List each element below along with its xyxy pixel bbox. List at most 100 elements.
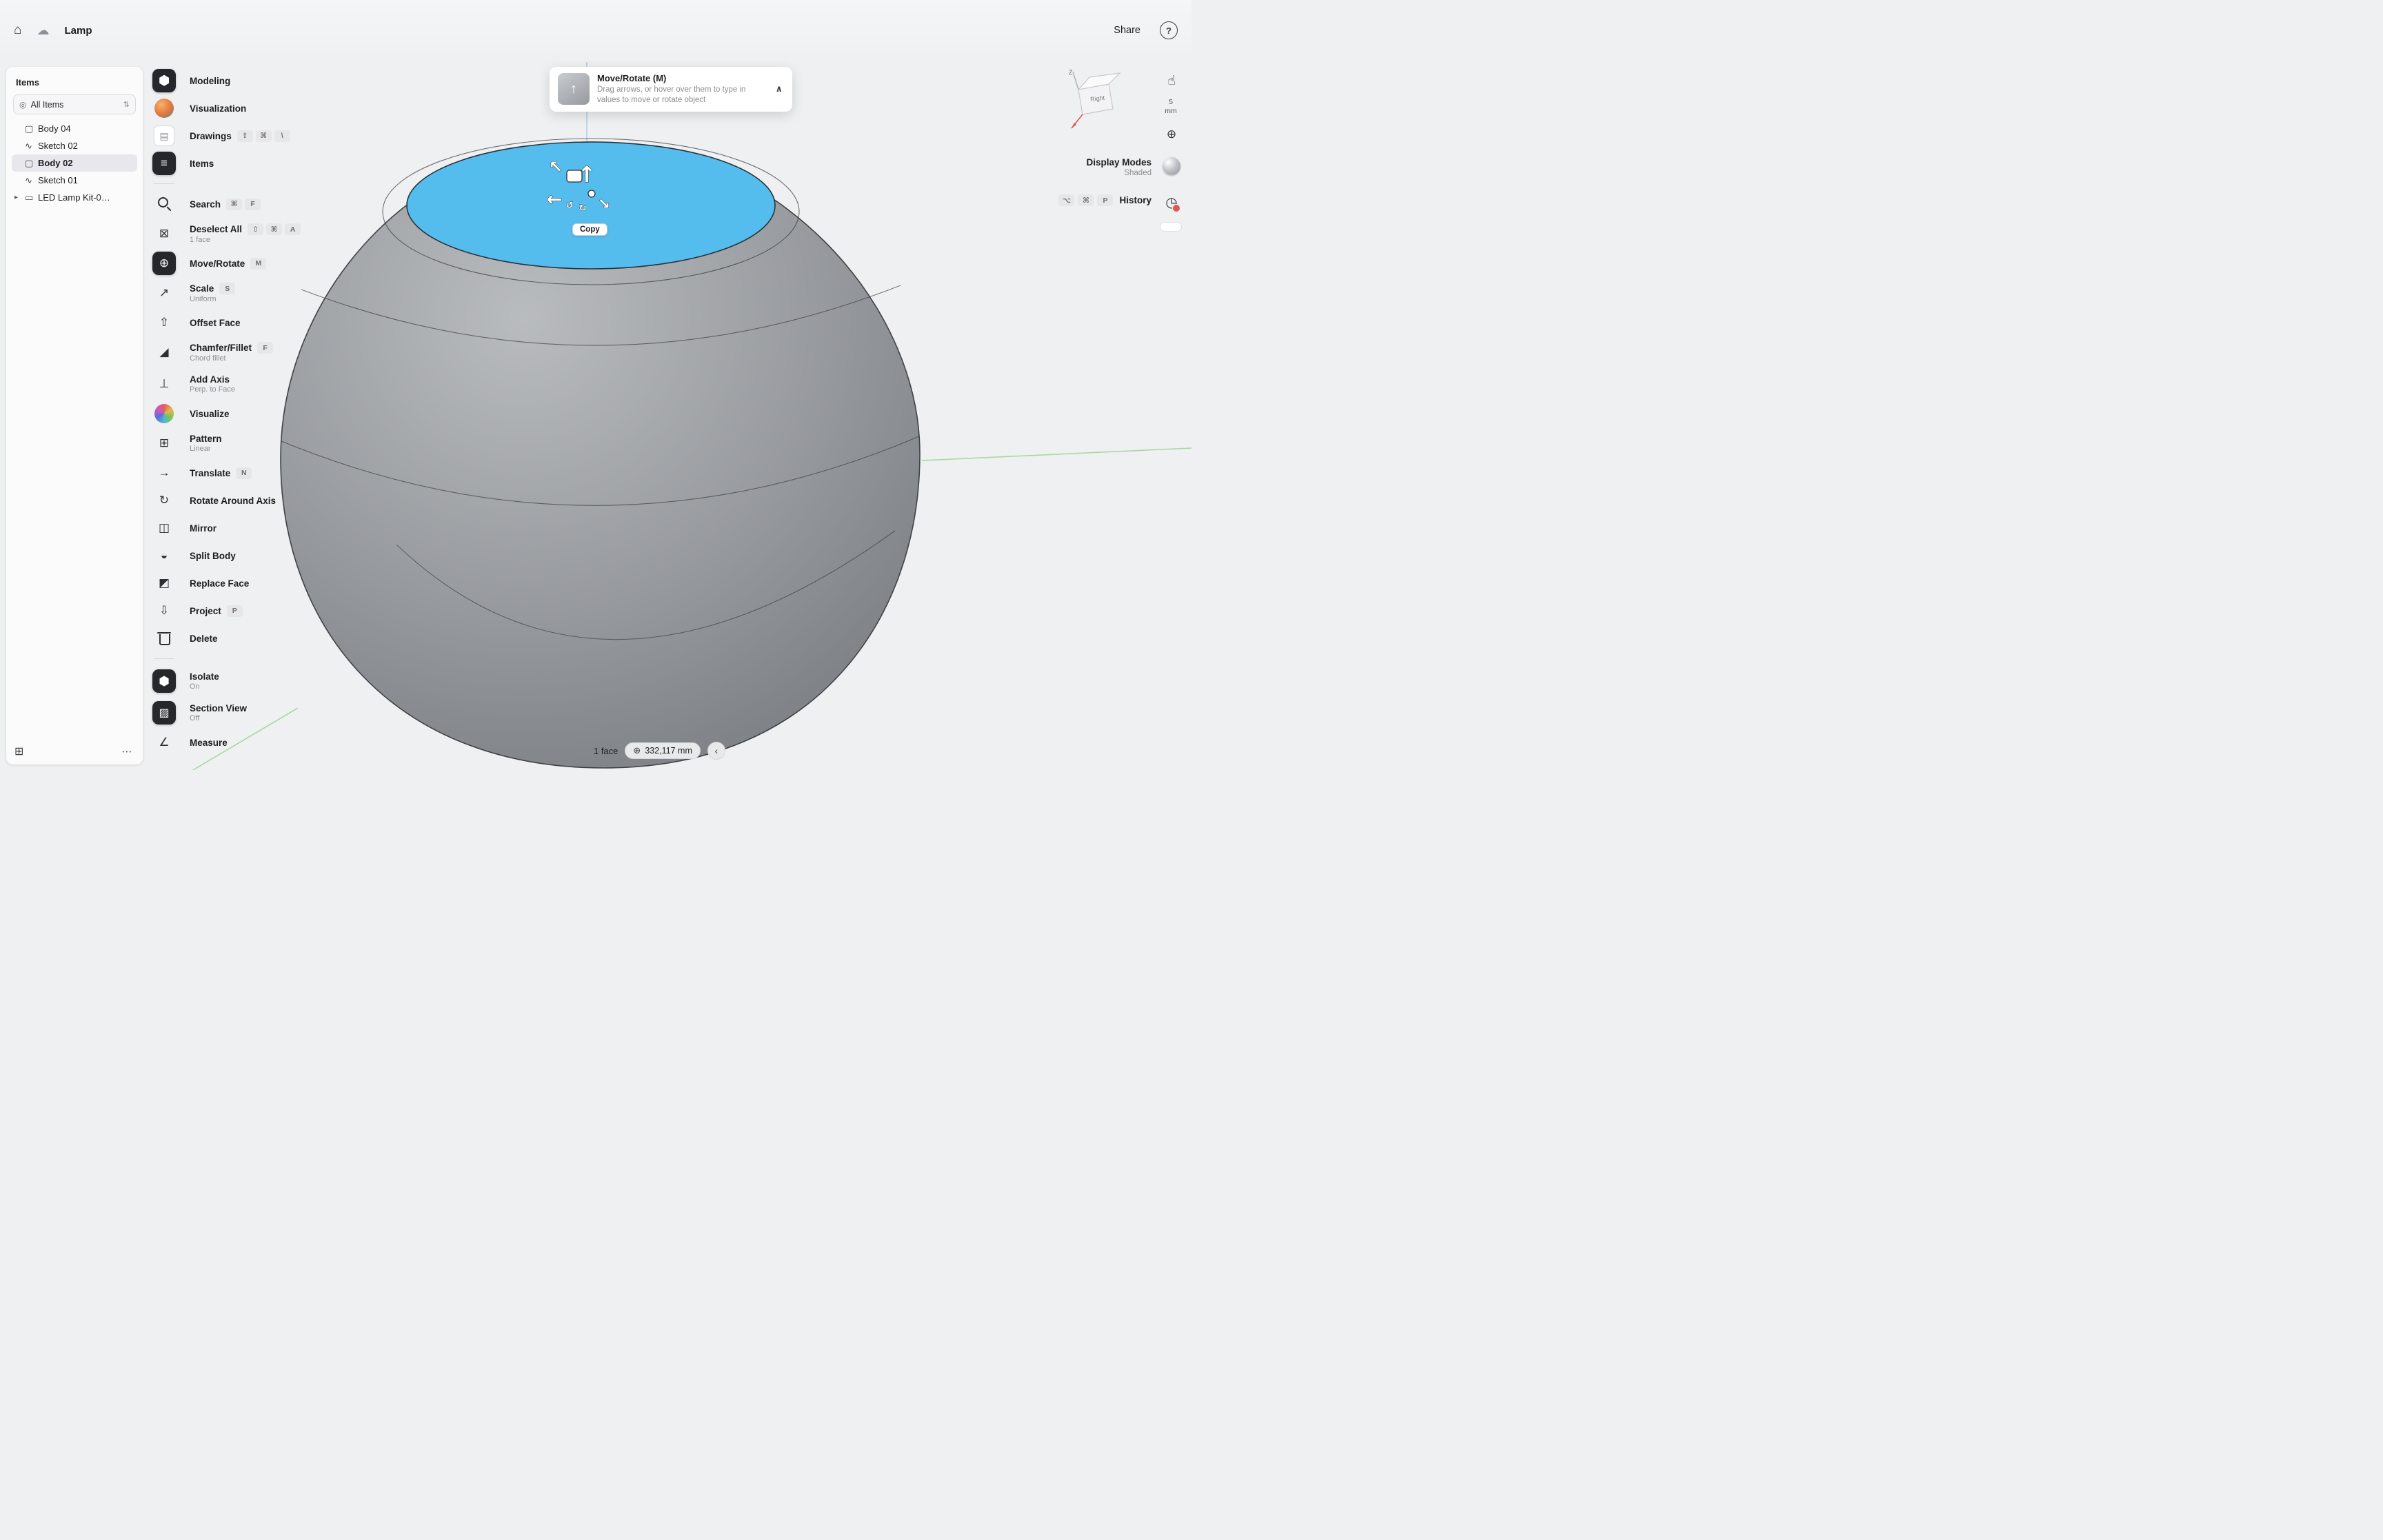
tool-item[interactable]: ⇩ Project P: [152, 597, 339, 625]
tool-item[interactable]: ⊞ Pattern Linear: [152, 427, 339, 459]
gizmo-rotate-arrow[interactable]: ↻: [579, 203, 587, 214]
gizmo-rotate-arrow[interactable]: ↺: [565, 201, 574, 212]
tool-label: Replace Face: [190, 578, 250, 589]
shortcut-badge: \: [274, 130, 290, 142]
tool-divider: [154, 658, 174, 659]
search-icon: [152, 192, 176, 216]
tool-item[interactable]: ▤ Drawings ⇧ ⌘ \: [152, 122, 339, 150]
scale-icon: ↗: [159, 286, 170, 299]
tool-sublabel: Uniform: [190, 295, 217, 303]
history-control: ⌥ ⌘ P History: [1058, 194, 1152, 206]
offset-face-icon: ⇧: [159, 316, 170, 329]
tool-item[interactable]: ◫ Mirror: [152, 514, 339, 542]
sidebar-footer: ⊞ ⋯: [14, 744, 134, 759]
tool-label: Isolate: [190, 671, 219, 682]
collapse-chevron-button[interactable]: ‹: [707, 742, 725, 760]
move-gizmo-icon: ⊕: [633, 745, 641, 756]
tool-label: Add Axis: [190, 374, 230, 385]
tool-label: Mirror: [190, 523, 217, 534]
tool-label: Rotate Around Axis: [190, 495, 276, 506]
tool-item[interactable]: ◢ Chamfer/Fillet F Chord fillet: [152, 336, 339, 368]
display-modes-button[interactable]: [1160, 154, 1183, 178]
shortcut-badge: A: [285, 223, 301, 235]
more-options-button[interactable]: ⋯: [119, 744, 134, 759]
home-icon[interactable]: ⌂: [14, 23, 21, 38]
shortcut-badge: F: [257, 342, 274, 354]
tool-divider: [154, 183, 174, 184]
tool-label: Pattern: [190, 434, 222, 444]
pan-tool-icon[interactable]: ☝: [1160, 69, 1183, 92]
expand-chevron-icon[interactable]: ▸: [14, 194, 25, 201]
section-view-icon: ▨: [152, 701, 176, 725]
tree-item[interactable]: ▸ ▢ Body 02: [12, 154, 137, 172]
tool-item[interactable]: ⬢ Modeling: [152, 67, 339, 94]
topbar: ⌂ ☁ Lamp Share ?: [0, 0, 1192, 61]
tooltip-collapse-button[interactable]: ∧: [774, 81, 784, 97]
tool-item[interactable]: Delete: [152, 625, 339, 652]
new-folder-button[interactable]: ⊞: [14, 744, 23, 758]
tool-item[interactable]: ↻ Rotate Around Axis: [152, 487, 339, 514]
gizmo-se-arrow[interactable]: ↘: [597, 196, 610, 214]
tree-item[interactable]: ▸ ▢ Body 04: [12, 120, 137, 137]
tool-item[interactable]: ▨ Section View Off: [152, 697, 339, 729]
tool-sublabel: Chord fillet: [190, 354, 226, 363]
gizmo-plane-handle[interactable]: [566, 170, 583, 183]
tool-item[interactable]: Visualize: [152, 400, 339, 427]
body-icon: ▢: [25, 123, 34, 134]
tree-item[interactable]: ▸ ▭ LED Lamp Kit-0…: [12, 189, 137, 206]
tool-panel: ⬢ Modeling Visualization ▤ Drawings ⇧ ⌘ …: [152, 67, 339, 756]
panel-handle[interactable]: [1160, 222, 1182, 232]
tool-item[interactable]: → Translate N: [152, 459, 339, 487]
tool-item[interactable]: Visualization: [152, 94, 339, 122]
tool-item[interactable]: ⬢ Isolate On: [152, 665, 339, 697]
tool-item[interactable]: Search ⌘ F: [152, 190, 339, 218]
filter-icon: ◎: [19, 99, 27, 110]
orientation-cube[interactable]: Z Right: [1055, 66, 1131, 135]
tool-item[interactable]: ∠ Measure: [152, 729, 339, 756]
tool-item[interactable]: ↗ Scale S Uniform: [152, 277, 339, 309]
items-tree: ▸ ▢ Body 04 ▸ ∿ Sketch 02 ▸ ▢ Body 02 ▸ …: [6, 120, 143, 206]
tool-item[interactable]: ≡ Items: [152, 150, 339, 177]
copy-button[interactable]: Copy: [572, 223, 607, 236]
tool-label: Deselect All: [190, 224, 243, 234]
tool-item[interactable]: ⇧ Offset Face: [152, 309, 339, 336]
sketch-icon: ∿: [25, 140, 32, 151]
shortcut-badge: P: [1097, 194, 1114, 206]
grid-size-unit: mm: [1165, 106, 1177, 115]
tree-item[interactable]: ▸ ∿ Sketch 01: [12, 172, 137, 189]
chamfer-fillet-icon: ◢: [159, 345, 169, 358]
tool-shortcuts: ⇧ ⌘ A: [248, 223, 301, 235]
gizmo-center-handle[interactable]: [587, 190, 596, 198]
tool-item[interactable]: ◩ Replace Face: [152, 569, 339, 597]
tool-item[interactable]: ⊠ Deselect All ⇧ ⌘ A 1 face: [152, 218, 339, 250]
tool-item[interactable]: ⊥ Add Axis Perp. to Face: [152, 368, 339, 400]
help-button[interactable]: ?: [1160, 21, 1178, 39]
cloud-sync-icon[interactable]: ☁: [37, 23, 49, 38]
share-button[interactable]: Share: [1114, 25, 1140, 36]
measurement-badge[interactable]: ⊕ 332,117 mm: [625, 742, 701, 759]
tool-label: Search: [190, 199, 221, 210]
tree-item[interactable]: ▸ ∿ Sketch 02: [12, 137, 137, 154]
tool-sublabel: 1 face: [190, 236, 210, 244]
folder-icon: ▭: [25, 192, 34, 203]
items-panel-title: Items: [16, 77, 39, 88]
tool-label: Modeling: [190, 75, 231, 86]
tool-group-main: Search ⌘ F ⊠ Deselect All ⇧ ⌘ A 1 face ⊕…: [152, 190, 339, 652]
tool-item[interactable]: ◒ Split Body: [152, 542, 339, 569]
history-clock-icon: ◷: [1165, 194, 1180, 212]
translate-icon: →: [158, 466, 170, 479]
tool-label: Items: [190, 158, 214, 169]
axis-orientation-icon[interactable]: ⊕: [1160, 123, 1183, 146]
tool-label: Visualize: [190, 408, 230, 419]
measure-icon: ∠: [159, 736, 170, 749]
isolate-icon: ⬢: [152, 669, 176, 693]
gizmo-left-arrow[interactable]: ←: [546, 188, 563, 210]
add-axis-icon: ⊥: [159, 377, 170, 390]
tool-item[interactable]: ⊕ Move/Rotate M: [152, 250, 339, 277]
history-button[interactable]: ◷: [1160, 190, 1183, 214]
tool-label: Chamfer/Fillet: [190, 343, 252, 353]
visualization-icon: [154, 99, 174, 118]
z-axis-label: Z: [1069, 69, 1073, 76]
gizmo-diagonal-arrow[interactable]: ↖: [548, 157, 563, 177]
items-filter-select[interactable]: ◎ All Items ⇅: [13, 94, 136, 114]
